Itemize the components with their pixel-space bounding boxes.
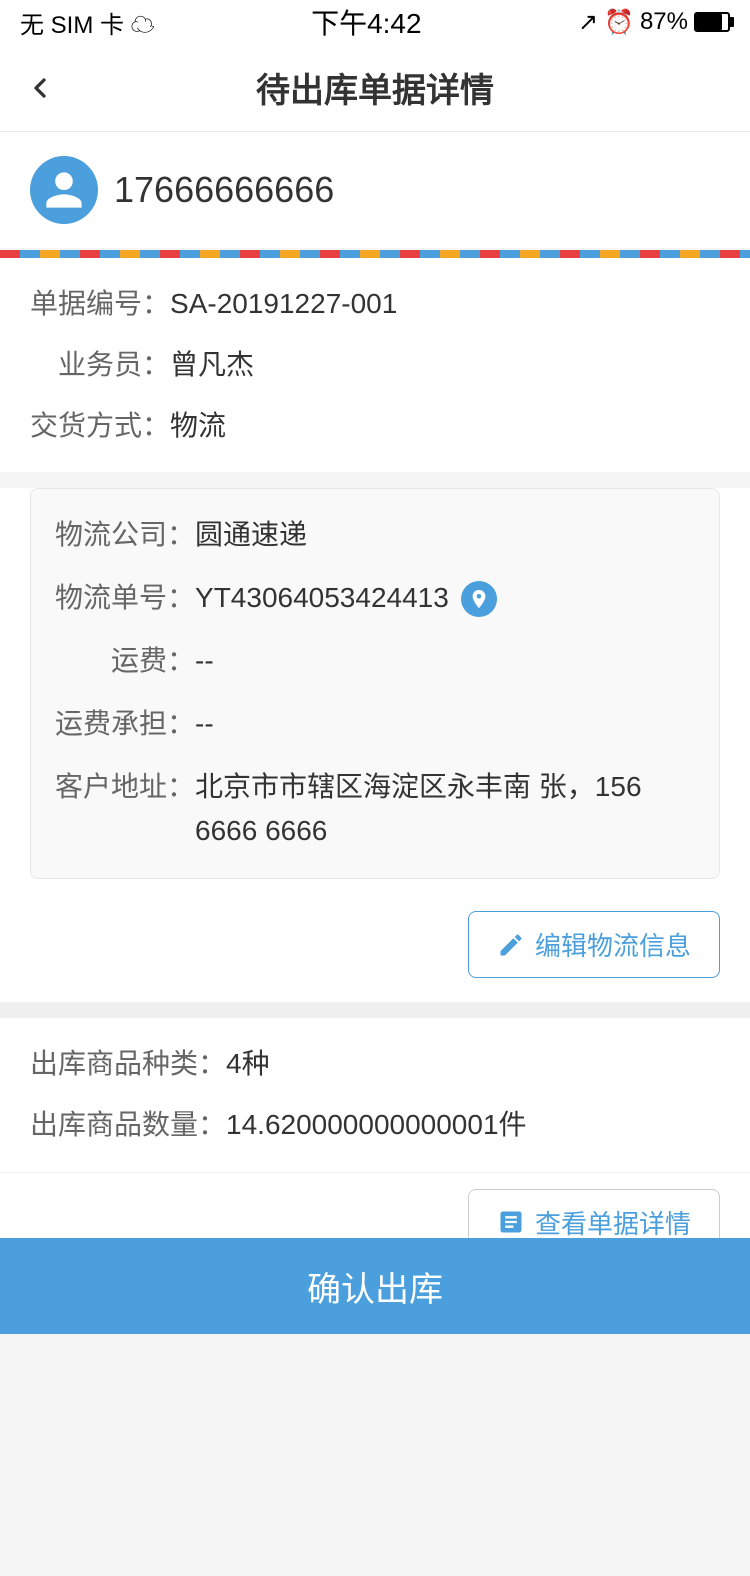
goods-quantity-row: 出库商品数量： 14.620000000000001件	[30, 1103, 720, 1148]
tracking-row: 物流单号： YT43064053424413	[55, 576, 695, 621]
back-button[interactable]	[24, 72, 56, 104]
location-status-icon: ↗	[578, 8, 598, 37]
order-number-value: SA-20191227-001	[170, 282, 720, 327]
edit-btn-row: 编辑物流信息	[0, 895, 750, 1002]
order-info-section: 单据编号： SA-20191227-001 业务员： 曾凡杰 交货方式： 物流	[0, 258, 750, 472]
confirm-button-label: 确认出库	[307, 1262, 443, 1311]
goods-types-value: 4种	[226, 1042, 720, 1087]
logistics-card: 物流公司： 圆通速递 物流单号： YT43064053424413 运费： --	[30, 488, 720, 879]
alarm-icon: ⏰	[604, 8, 634, 37]
salesman-label: 业务员：	[30, 343, 170, 388]
freight-bear-row: 运费承担： --	[55, 702, 695, 747]
order-number-row: 单据编号： SA-20191227-001	[30, 282, 720, 327]
freight-label: 运费：	[55, 639, 195, 684]
battery-icon	[694, 12, 730, 32]
goods-types-label: 出库商品种类：	[30, 1042, 226, 1087]
tracking-location-icon[interactable]	[461, 581, 497, 617]
freight-row: 运费： --	[55, 639, 695, 684]
nav-bar: 待出库单据详情	[0, 44, 750, 132]
page-title: 待出库单据详情	[256, 63, 494, 112]
logistics-company-label: 物流公司：	[55, 513, 195, 558]
edit-logistics-label: 编辑物流信息	[535, 926, 691, 963]
salesman-value: 曾凡杰	[170, 343, 720, 388]
goods-types-row: 出库商品种类： 4种	[30, 1042, 720, 1087]
tracking-value: YT43064053424413	[195, 576, 695, 621]
status-bar: 无 SIM 卡 ☁ 下午4:42 ↗ ⏰ 87%	[0, 0, 750, 44]
customer-phone: 17666666666	[114, 169, 334, 211]
customer-header: 17666666666	[0, 132, 750, 248]
view-details-label: 查看单据详情	[535, 1204, 691, 1241]
battery-text: 87%	[640, 8, 688, 36]
delivery-row: 交货方式： 物流	[30, 404, 720, 449]
address-row: 客户地址： 北京市市辖区海淀区永丰南 张，156 6666 6666	[55, 765, 695, 855]
salesman-row: 业务员： 曾凡杰	[30, 343, 720, 388]
carrier-text: 无 SIM 卡 ☁	[20, 5, 155, 40]
avatar	[30, 156, 98, 224]
goods-quantity-label: 出库商品数量：	[30, 1103, 226, 1148]
section-divider	[0, 1002, 750, 1018]
address-value: 北京市市辖区海淀区永丰南 张，156 6666 6666	[195, 765, 695, 855]
status-time: 下午4:42	[311, 2, 422, 42]
delivery-value: 物流	[170, 404, 720, 449]
edit-logistics-button[interactable]: 编辑物流信息	[468, 911, 720, 978]
decorative-line	[0, 250, 750, 258]
freight-bear-value: --	[195, 702, 695, 747]
logistics-company-value: 圆通速递	[195, 513, 695, 558]
address-label: 客户地址：	[55, 765, 195, 810]
logistics-company-row: 物流公司： 圆通速递	[55, 513, 695, 558]
confirm-button[interactable]: 确认出库	[0, 1238, 750, 1334]
goods-quantity-value: 14.620000000000001件	[226, 1103, 720, 1148]
status-right: ↗ ⏰ 87%	[578, 8, 730, 37]
delivery-label: 交货方式：	[30, 404, 170, 449]
status-left: 无 SIM 卡 ☁	[20, 5, 155, 40]
freight-value: --	[195, 639, 695, 684]
tracking-label: 物流单号：	[55, 576, 195, 621]
freight-bear-label: 运费承担：	[55, 702, 195, 747]
goods-section: 出库商品种类： 4种 出库商品数量： 14.620000000000001件	[0, 1018, 750, 1172]
order-number-label: 单据编号：	[30, 282, 170, 327]
